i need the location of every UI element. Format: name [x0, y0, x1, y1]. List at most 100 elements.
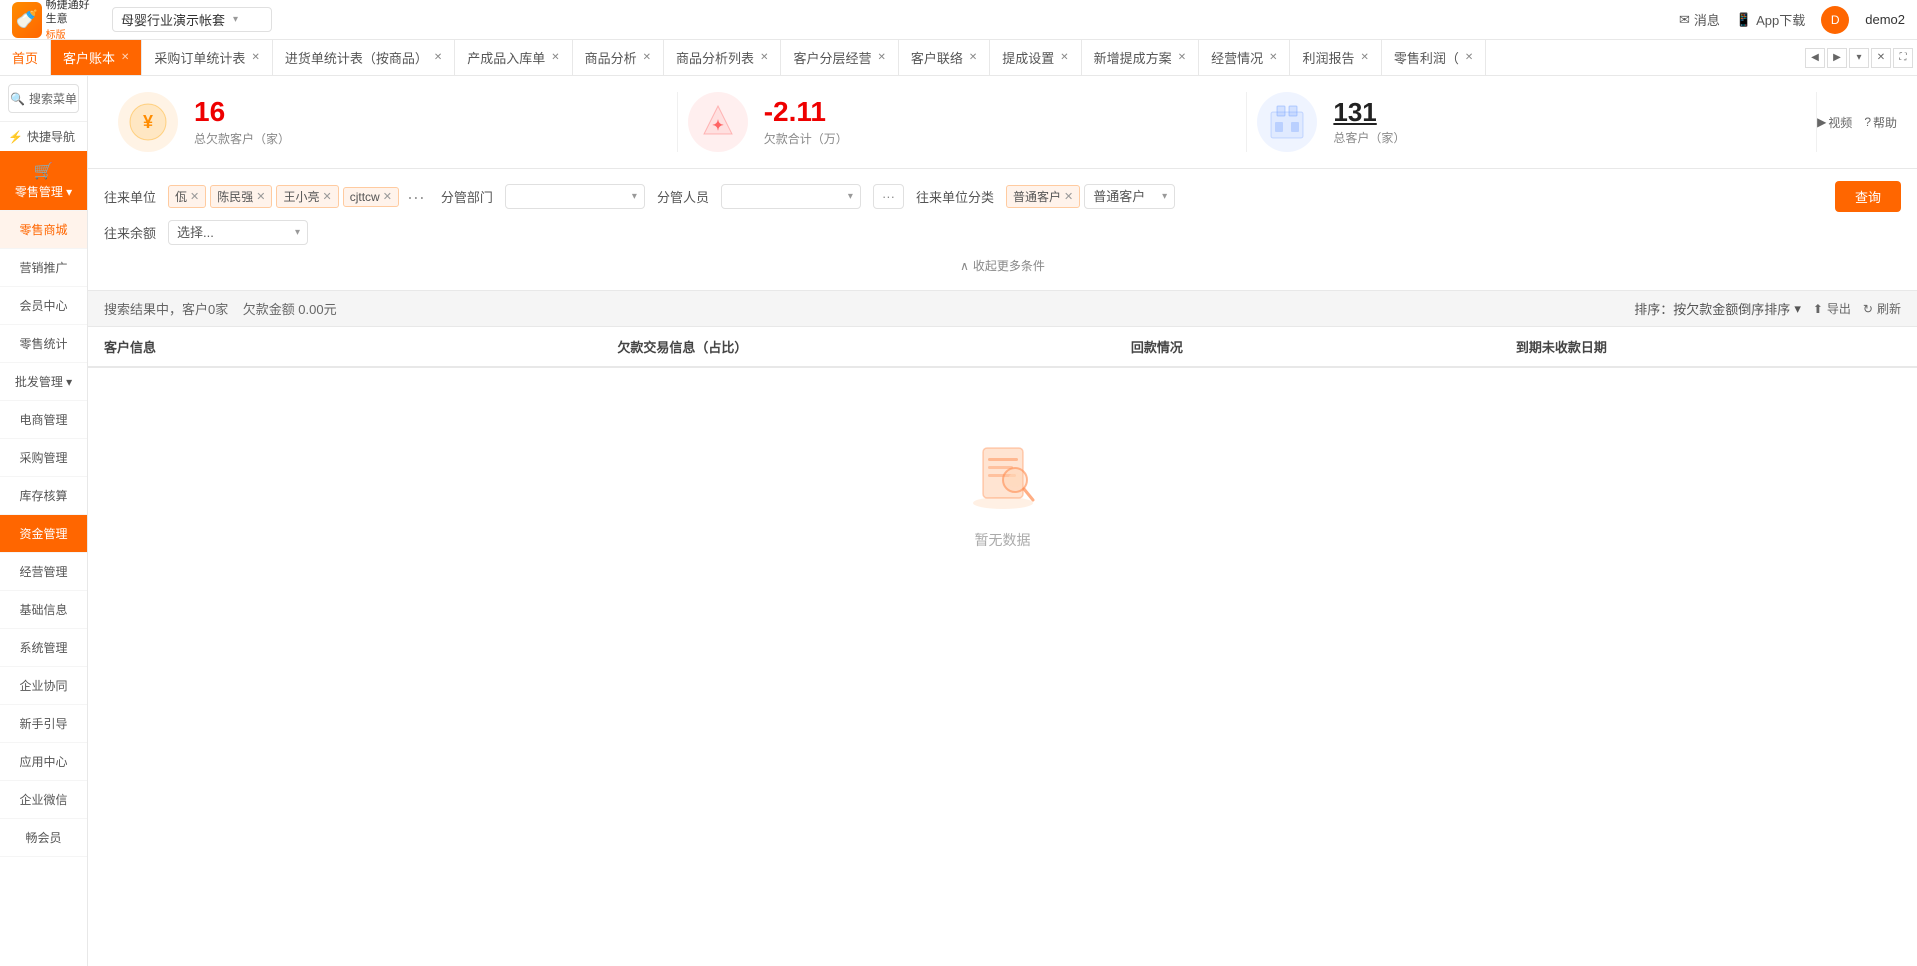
sidebar: 🔍 搜索菜单 ⚡ 快捷导航 🛒 零售管理 ▾ 零售商城 营销推广 会员中心 零售…	[0, 76, 88, 966]
refresh-btn[interactable]: ↻ 刷新	[1863, 300, 1901, 317]
sidebar-item-basic-info[interactable]: 基础信息	[0, 591, 87, 629]
tab-commission-settings[interactable]: 提成设置 ✕	[990, 40, 1081, 76]
industry-select[interactable]: 母婴行业演示帐套 ▾	[112, 7, 272, 32]
person-more-btn[interactable]: ···	[873, 184, 904, 209]
col-due-date: 到期未收款日期	[1516, 337, 1901, 356]
tab-expand[interactable]: ⛶	[1893, 48, 1913, 68]
collapse-btn[interactable]: ∧ 收起更多条件	[960, 253, 1045, 278]
close-icon[interactable]: ✕	[551, 52, 559, 63]
sort-select[interactable]: 排序：按欠款金额倒序排序 ▾	[1634, 299, 1801, 318]
export-btn[interactable]: ⬆ 导出	[1813, 300, 1851, 317]
sidebar-item-finance[interactable]: 资金管理	[0, 515, 87, 553]
dept-select[interactable]	[505, 184, 645, 209]
close-icon[interactable]: ✕	[434, 52, 442, 63]
close-icon[interactable]: ✕	[1361, 52, 1369, 63]
logo-icon: 🍼	[12, 2, 42, 38]
sidebar-item-purchase[interactable]: 采购管理	[0, 439, 87, 477]
balance-filter-label: 往来余额	[104, 223, 156, 242]
balance-select[interactable]: 选择...	[168, 220, 308, 245]
unit-class-select[interactable]: 普通客户	[1084, 184, 1175, 209]
top-header: 🍼 畅捷通好生意 标版 母婴行业演示帐套 ▾ ✉ 消息 📱 App下载 D de…	[0, 0, 1917, 40]
sort-label: 排序：按欠款金额倒序排序	[1634, 299, 1790, 318]
tab-purchase-order-stats[interactable]: 采购订单统计表 ✕	[142, 40, 272, 76]
close-icon[interactable]: ✕	[1465, 52, 1473, 63]
filter-tag-4: cjttcw ✕	[343, 187, 399, 207]
help-btn[interactable]: ? 帮助	[1864, 114, 1897, 131]
sidebar-item-members[interactable]: 会员中心	[0, 287, 87, 325]
tab-customer-contact[interactable]: 客户联络 ✕	[899, 40, 990, 76]
sidebar-item-wholesale[interactable]: 批发管理 ▾	[0, 363, 87, 401]
sidebar-item-retail[interactable]: 🛒 零售管理 ▾	[0, 151, 87, 211]
stat-info-3: 131 总客户（家）	[1333, 99, 1405, 146]
message-btn[interactable]: ✉ 消息	[1679, 10, 1720, 29]
logo-text-block: 畅捷通好生意 标版	[46, 0, 100, 41]
tab-menu[interactable]: ▾	[1849, 48, 1869, 68]
tab-scroll-left[interactable]: ◀	[1805, 48, 1825, 68]
close-icon[interactable]: ✕	[969, 52, 977, 63]
tab-customer-tier[interactable]: 客户分层经营 ✕	[781, 40, 898, 76]
username[interactable]: demo2	[1865, 12, 1905, 27]
tab-product-inbound[interactable]: 产成品入库单 ✕	[455, 40, 572, 76]
sidebar-item-guide[interactable]: 新手引导	[0, 705, 87, 743]
col-debt-info: 欠款交易信息（占比）	[617, 337, 1130, 356]
avatar[interactable]: D	[1821, 6, 1849, 34]
more-tags-btn[interactable]: ···	[403, 188, 429, 206]
search-menu-btn[interactable]: 🔍 搜索菜单	[8, 84, 79, 113]
nav-tabs: 首页 客户账本 ✕ 采购订单统计表 ✕ 进货单统计表（按商品） ✕ 产成品入库单…	[0, 40, 1917, 76]
sidebar-item-ops-mgmt[interactable]: 经营管理	[0, 553, 87, 591]
remove-tag-4[interactable]: ✕	[383, 190, 392, 203]
sidebar-item-inventory[interactable]: 库存核算	[0, 477, 87, 515]
stat-card-1: ¥ 16 总欠款客户（家）	[108, 92, 678, 152]
tag-value-4: cjttcw	[350, 190, 380, 204]
tab-retail-profit[interactable]: 零售利润（ ✕	[1382, 40, 1486, 76]
stat-label-2: 欠款合计（万）	[764, 130, 848, 147]
tab-home[interactable]: 首页	[0, 40, 51, 76]
message-label: 消息	[1694, 10, 1720, 29]
tab-scroll-right[interactable]: ▶	[1827, 48, 1847, 68]
tab-operations[interactable]: 经营情况 ✕	[1199, 40, 1290, 76]
purchase-order-stats-label: 采购订单统计表	[154, 48, 245, 67]
basic-info-label: 基础信息	[19, 603, 67, 617]
person-select[interactable]	[721, 184, 861, 209]
sidebar-item-enterprise[interactable]: 企业协同	[0, 667, 87, 705]
retail-shop-label: 零售商城	[19, 223, 67, 237]
remove-tag-2[interactable]: ✕	[256, 190, 265, 203]
enterprise-label: 企业协同	[19, 679, 67, 693]
tab-close-all[interactable]: ✕	[1871, 48, 1891, 68]
sidebar-item-app-center[interactable]: 应用中心	[0, 743, 87, 781]
sidebar-item-wechat-work[interactable]: 企业微信	[0, 781, 87, 819]
unit-class-select-wrap: 普通客户 ▾	[1084, 184, 1175, 209]
remove-tag-1[interactable]: ✕	[190, 190, 199, 203]
sidebar-item-vip[interactable]: 畅会员	[0, 819, 87, 857]
sidebar-item-system[interactable]: 系统管理	[0, 629, 87, 667]
close-icon[interactable]: ✕	[1269, 52, 1277, 63]
close-icon[interactable]: ✕	[121, 52, 129, 63]
sidebar-item-retail-stats[interactable]: 零售统计	[0, 325, 87, 363]
close-icon[interactable]: ✕	[1060, 52, 1068, 63]
tab-product-analysis-list[interactable]: 商品分析列表 ✕	[664, 40, 781, 76]
stat-label-1: 总欠款客户（家）	[194, 130, 290, 147]
close-icon[interactable]: ✕	[877, 52, 885, 63]
close-icon[interactable]: ✕	[643, 52, 651, 63]
logo-area: 🍼 畅捷通好生意 标版	[12, 0, 100, 41]
remove-tag-3[interactable]: ✕	[323, 190, 332, 203]
sidebar-search-area: 🔍 搜索菜单	[0, 76, 87, 122]
tab-customer-ledger[interactable]: 客户账本 ✕	[51, 40, 142, 76]
tab-incoming-stats[interactable]: 进货单统计表（按商品） ✕	[273, 40, 455, 76]
close-icon[interactable]: ✕	[251, 52, 259, 63]
close-icon[interactable]: ✕	[1178, 52, 1186, 63]
tab-profit-report[interactable]: 利润报告 ✕	[1290, 40, 1381, 76]
query-btn[interactable]: 查询	[1835, 181, 1901, 212]
tab-new-commission[interactable]: 新增提成方案 ✕	[1082, 40, 1199, 76]
close-icon[interactable]: ✕	[760, 52, 768, 63]
sidebar-item-ecommerce[interactable]: 电商管理	[0, 401, 87, 439]
remove-unit-class-tag-1[interactable]: ✕	[1064, 190, 1073, 203]
app-download-btn[interactable]: 📱 App下载	[1736, 10, 1805, 29]
empty-text: 暂无数据	[975, 530, 1031, 550]
stat-info-1: 16 总欠款客户（家）	[194, 98, 290, 147]
sidebar-item-retail-shop[interactable]: 零售商城	[0, 211, 87, 249]
sidebar-item-marketing[interactable]: 营销推广	[0, 249, 87, 287]
video-btn[interactable]: ▶ 视频	[1817, 114, 1852, 131]
tab-product-analysis[interactable]: 商品分析 ✕	[573, 40, 664, 76]
quick-nav-btn[interactable]: ⚡ 快捷导航	[0, 122, 87, 151]
